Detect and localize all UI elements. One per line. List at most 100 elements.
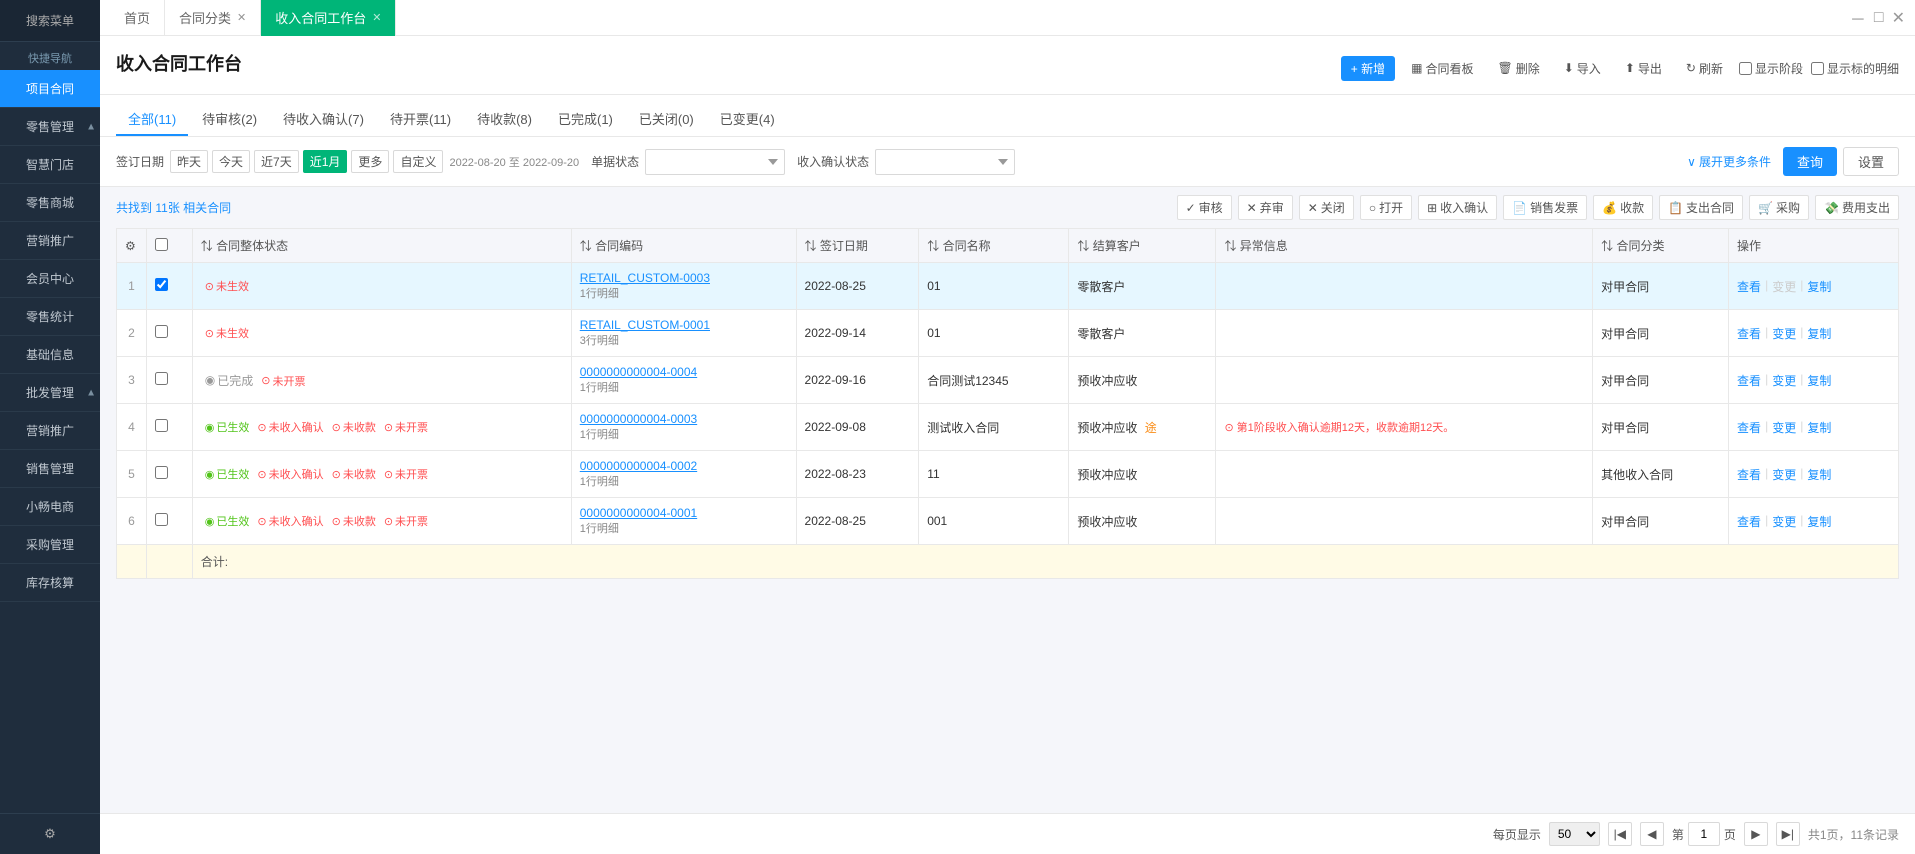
sidebar-item-marketing[interactable]: 营销推广	[0, 222, 100, 260]
minimize-btn[interactable]: －	[1850, 6, 1866, 30]
tab-close-income-workbench[interactable]: ✕	[372, 11, 381, 24]
col-settings[interactable]: ⚙	[117, 229, 147, 263]
sidebar-item-sales[interactable]: 销售管理	[0, 450, 100, 488]
copy-btn[interactable]: 复制	[1807, 419, 1831, 436]
review-btn[interactable]: ✓ 审核	[1177, 195, 1232, 220]
row-checkbox[interactable]	[155, 419, 168, 432]
delete-button[interactable]: 🗑 删除	[1489, 57, 1547, 80]
sidebar-search[interactable]: 搜索菜单	[0, 0, 100, 42]
purchase-btn[interactable]: 🛒 采购	[1749, 195, 1809, 220]
sidebar-item-marketing2[interactable]: 营销推广	[0, 412, 100, 450]
sidebar-item-project[interactable]: 项目合同	[0, 70, 100, 108]
filter-tab-all[interactable]: 全部(11)	[116, 103, 188, 136]
sidebar-item-retail[interactable]: 零售管理 ▲	[0, 108, 100, 146]
income-confirm-select[interactable]	[875, 149, 1015, 175]
view-btn[interactable]: 查看	[1737, 278, 1761, 295]
row-checkbox[interactable]	[155, 325, 168, 338]
row-checkbox[interactable]	[155, 513, 168, 526]
close-contract-btn[interactable]: ✕ 关闭	[1299, 195, 1354, 220]
filter-tab-closed[interactable]: 已关闭(0)	[627, 103, 706, 136]
abandon-btn[interactable]: ✕ 弃审	[1238, 195, 1293, 220]
row-checkbox[interactable]	[155, 372, 168, 385]
refresh-button[interactable]: ↻ 刷新	[1678, 57, 1731, 80]
maximize-btn[interactable]: □	[1874, 9, 1884, 27]
filter-tab-pending-collect[interactable]: 待收款(8)	[465, 103, 544, 136]
prev-page-btn[interactable]: ◀	[1640, 822, 1664, 846]
sidebar-item-retail-mall[interactable]: 零售商城	[0, 184, 100, 222]
contract-code-link[interactable]: 0000000000004-0003	[580, 412, 788, 426]
filter-tab-pending-invoice[interactable]: 待开票(11)	[378, 103, 463, 136]
custom-btn[interactable]: 自定义	[393, 150, 443, 173]
collect-btn[interactable]: 💰 收款	[1593, 195, 1653, 220]
edit-btn[interactable]: 变更	[1772, 513, 1796, 530]
copy-btn[interactable]: 复制	[1807, 278, 1831, 295]
show-details-checkbox[interactable]: 显示标的明细	[1811, 60, 1899, 77]
sidebar-item-wholesale[interactable]: 批发管理 ▲	[0, 374, 100, 412]
copy-btn[interactable]: 复制	[1807, 466, 1831, 483]
kanban-button[interactable]: ▦ 合同看板	[1403, 57, 1481, 80]
sidebar-item-ecommerce[interactable]: 小畅电商	[0, 488, 100, 526]
copy-btn[interactable]: 复制	[1807, 513, 1831, 530]
sidebar-item-member[interactable]: 会员中心	[0, 260, 100, 298]
view-btn[interactable]: 查看	[1737, 325, 1761, 342]
copy-btn[interactable]: 复制	[1807, 372, 1831, 389]
contract-code-link[interactable]: 0000000000004-0004	[580, 365, 788, 379]
edit-btn[interactable]: 变更	[1772, 372, 1796, 389]
filter-tab-pending-review[interactable]: 待审核(2)	[190, 103, 269, 136]
sidebar-item-purchase[interactable]: 采购管理	[0, 526, 100, 564]
sidebar-item-inventory[interactable]: 库存核算	[0, 564, 100, 602]
expand-conditions-btn[interactable]: ∨ 展开更多条件	[1687, 153, 1771, 170]
edit-btn[interactable]: 变更	[1772, 419, 1796, 436]
more-btn[interactable]: 更多	[351, 150, 389, 173]
edit-btn[interactable]: 变更	[1772, 466, 1796, 483]
expense-out-btn[interactable]: 📋 支出合同	[1659, 195, 1743, 220]
query-button[interactable]: 查询	[1783, 147, 1837, 176]
import-button[interactable]: ⬇ 导入	[1556, 57, 1609, 80]
view-btn[interactable]: 查看	[1737, 513, 1761, 530]
sidebar-item-basic-info[interactable]: 基础信息	[0, 336, 100, 374]
yesterday-btn[interactable]: 昨天	[170, 150, 208, 173]
copy-btn[interactable]: 复制	[1807, 325, 1831, 342]
last-page-btn[interactable]: ▶|	[1776, 822, 1800, 846]
sales-invoice-btn[interactable]: 📄 销售发票	[1503, 195, 1587, 220]
edit-btn[interactable]: 变更	[1772, 325, 1796, 342]
contract-code-link[interactable]: 0000000000004-0001	[580, 506, 788, 520]
close-btn[interactable]: ✕	[1892, 8, 1905, 28]
today-btn[interactable]: 今天	[212, 150, 250, 173]
page-size-select[interactable]: 50 20 100	[1549, 822, 1600, 846]
setting-button[interactable]: 设置	[1843, 147, 1899, 176]
tab-income-workbench[interactable]: 收入合同工作台 ✕	[261, 0, 396, 36]
first-page-btn[interactable]: |◀	[1608, 822, 1632, 846]
new-button[interactable]: + 新增	[1341, 56, 1395, 81]
filter-tab-changed[interactable]: 已变更(4)	[708, 103, 787, 136]
export-button[interactable]: ⬆ 导出	[1617, 57, 1670, 80]
row-checkbox[interactable]	[155, 466, 168, 479]
view-btn[interactable]: 查看	[1737, 372, 1761, 389]
gear-icon[interactable]: ⚙	[0, 813, 100, 854]
sidebar-item-retail-stats[interactable]: 零售统计	[0, 298, 100, 336]
sidebar-item-smart-store[interactable]: 智慧门店	[0, 146, 100, 184]
show-details-input[interactable]	[1811, 62, 1824, 75]
view-btn[interactable]: 查看	[1737, 466, 1761, 483]
next-page-btn[interactable]: ▶	[1744, 822, 1768, 846]
select-all-checkbox[interactable]	[155, 238, 168, 251]
tab-close-contract-category[interactable]: ✕	[237, 11, 246, 24]
page-input[interactable]	[1688, 822, 1720, 846]
filter-tab-completed[interactable]: 已完成(1)	[546, 103, 625, 136]
contract-code-link[interactable]: RETAIL_CUSTOM-0001	[580, 318, 788, 332]
open-contract-btn[interactable]: ○ 打开	[1360, 195, 1412, 220]
contract-code-link[interactable]: 0000000000004-0002	[580, 459, 788, 473]
tab-home[interactable]: 首页	[110, 0, 165, 36]
row-checkbox[interactable]	[155, 278, 168, 291]
show-stages-input[interactable]	[1739, 62, 1752, 75]
show-stages-checkbox[interactable]: 显示阶段	[1739, 60, 1803, 77]
last1month-btn[interactable]: 近1月	[303, 150, 348, 173]
view-btn[interactable]: 查看	[1737, 419, 1761, 436]
contract-code-link[interactable]: RETAIL_CUSTOM-0003	[580, 271, 788, 285]
filter-tab-pending-income-confirm[interactable]: 待收入确认(7)	[271, 103, 376, 136]
doc-status-select[interactable]	[645, 149, 785, 175]
income-confirm-btn[interactable]: ⊞ 收入确认	[1418, 195, 1497, 220]
tab-contract-category[interactable]: 合同分类 ✕	[165, 0, 261, 36]
last7-btn[interactable]: 近7天	[254, 150, 299, 173]
cost-out-btn[interactable]: 💸 费用支出	[1815, 195, 1899, 220]
